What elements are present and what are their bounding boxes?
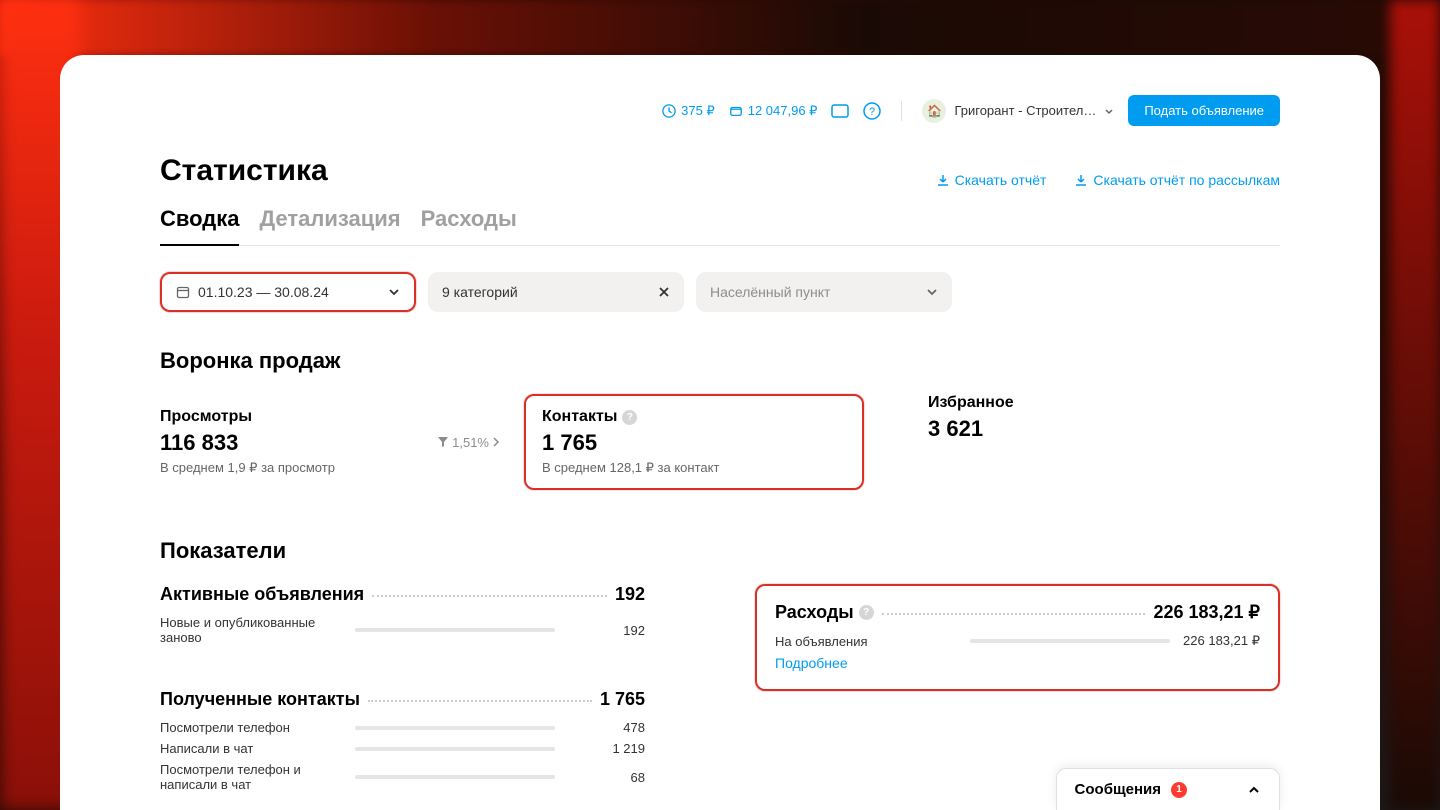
download-icon (1074, 173, 1088, 187)
wallet-icon (729, 104, 743, 118)
funnel-views-card: Просмотры 116 833 В среднем 1,9 ₽ за про… (160, 394, 500, 490)
location-placeholder: Населённый пункт (710, 284, 830, 300)
chevron-down-icon (1104, 106, 1114, 116)
funnel-heading: Воронка продаж (160, 348, 1280, 374)
received-contacts-label: Полученные контакты (160, 689, 360, 710)
chevron-down-icon (388, 286, 400, 298)
user-menu[interactable]: 🏠 Григорант - Строител… (922, 99, 1114, 123)
row-value: 478 (565, 720, 645, 735)
expenses-label: Расходы (775, 602, 854, 623)
chevron-right-icon (492, 437, 500, 447)
views-value: 116 833 (160, 430, 425, 456)
post-ad-button[interactable]: Подать объявление (1128, 95, 1280, 126)
close-icon[interactable] (658, 286, 670, 298)
app-window: 375 ₽ 12 047,96 ₽ ? 🏠 Григорант - Строит… (60, 55, 1380, 810)
tab-expenses[interactable]: Расходы (421, 206, 517, 246)
bar-track (355, 726, 555, 730)
row-value: 192 (565, 623, 645, 638)
wallet-balance-value: 12 047,96 ₽ (748, 103, 818, 119)
bonus-balance-value: 375 ₽ (681, 103, 715, 119)
expenses-more-link[interactable]: Подробнее (775, 655, 848, 671)
help-icon[interactable]: ? (622, 410, 637, 425)
views-label: Просмотры (160, 408, 425, 426)
tabs: Сводка Детализация Расходы (160, 206, 1280, 246)
download-report-link[interactable]: Скачать отчёт (936, 172, 1047, 188)
contacts-sub: В среднем 128,1 ₽ за контакт (542, 460, 846, 476)
bar-track (355, 775, 555, 779)
chevron-up-icon (1247, 783, 1261, 797)
row-value: 226 183,21 ₽ (1180, 633, 1260, 649)
views-sub: В среднем 1,9 ₽ за просмотр (160, 460, 425, 476)
funnel-icon (437, 436, 449, 448)
bar-track (355, 628, 555, 632)
metrics-heading: Показатели (160, 538, 1280, 564)
avatar: 🏠 (922, 99, 946, 123)
row-label: На объявления (775, 634, 960, 649)
tab-details[interactable]: Детализация (259, 206, 400, 246)
active-listings-block: Активные объявления 192 Новые и опублико… (160, 584, 645, 798)
page-title: Статистика (160, 154, 328, 188)
date-range-filter[interactable]: 01.10.23 — 30.08.24 (160, 272, 416, 312)
metric-row: Написали в чат 1 219 (160, 741, 645, 756)
active-label: Активные объявления (160, 584, 364, 605)
categories-filter[interactable]: 9 категорий (428, 272, 684, 312)
bar-track (970, 639, 1170, 643)
topbar: 375 ₽ 12 047,96 ₽ ? 🏠 Григорант - Строит… (160, 95, 1280, 126)
contacts-value: 1 765 (542, 430, 846, 456)
funnel: Просмотры 116 833 В среднем 1,9 ₽ за про… (160, 394, 1280, 490)
download-mailing-report-link[interactable]: Скачать отчёт по рассылкам (1074, 172, 1280, 188)
row-label: Посмотрели телефон (160, 720, 345, 735)
metric-row: На объявления 226 183,21 ₽ (775, 633, 1260, 649)
row-label: Посмотрели телефон и написали в чат (160, 762, 345, 792)
funnel-favorites-card: Избранное 3 621 (888, 394, 1228, 490)
row-value: 68 (565, 770, 645, 785)
expenses-value: 226 183,21 ₽ (1153, 602, 1260, 623)
favorites-value: 3 621 (928, 416, 1228, 442)
contacts-label: Контакты (542, 408, 617, 426)
messages-label: Сообщения (1075, 781, 1161, 798)
calendar-icon (176, 285, 190, 299)
received-contacts-value: 1 765 (600, 689, 645, 710)
metric-row: Новые и опубликованные заново 192 (160, 615, 645, 645)
help-icon[interactable]: ? (863, 102, 881, 120)
tab-summary[interactable]: Сводка (160, 206, 239, 246)
row-label: Написали в чат (160, 741, 345, 756)
metrics: Активные объявления 192 Новые и опублико… (160, 584, 1280, 798)
categories-value: 9 категорий (442, 284, 518, 300)
chevron-down-icon (926, 286, 938, 298)
download-icon (936, 173, 950, 187)
row-label: Новые и опубликованные заново (160, 615, 345, 645)
funnel-contacts-card[interactable]: Контакты ? 1 765 В среднем 128,1 ₽ за ко… (524, 394, 864, 490)
expenses-block[interactable]: Расходы ? 226 183,21 ₽ На объявления 226 … (755, 584, 1280, 691)
user-name: Григорант - Строител… (954, 103, 1096, 118)
metric-row: Посмотрели телефон 478 (160, 720, 645, 735)
favorites-label: Избранное (928, 394, 1228, 412)
svg-text:?: ? (869, 106, 875, 118)
card-icon[interactable] (831, 104, 849, 118)
bonus-icon (662, 104, 676, 118)
active-value: 192 (615, 584, 645, 605)
conversion-pill[interactable]: 1,51% (437, 435, 500, 450)
filter-bar: 01.10.23 — 30.08.24 9 категорий Населённ… (160, 272, 1280, 312)
divider (901, 101, 902, 121)
messages-widget[interactable]: Сообщения 1 (1056, 768, 1280, 810)
row-value: 1 219 (565, 741, 645, 756)
wallet-balance[interactable]: 12 047,96 ₽ (729, 103, 818, 119)
metric-row: Посмотрели телефон и написали в чат 68 (160, 762, 645, 792)
bar-track (355, 747, 555, 751)
date-range-value: 01.10.23 — 30.08.24 (198, 284, 329, 300)
messages-badge: 1 (1171, 782, 1187, 798)
location-filter[interactable]: Населённый пункт (696, 272, 952, 312)
help-icon[interactable]: ? (859, 605, 874, 620)
bonus-balance[interactable]: 375 ₽ (662, 103, 715, 119)
